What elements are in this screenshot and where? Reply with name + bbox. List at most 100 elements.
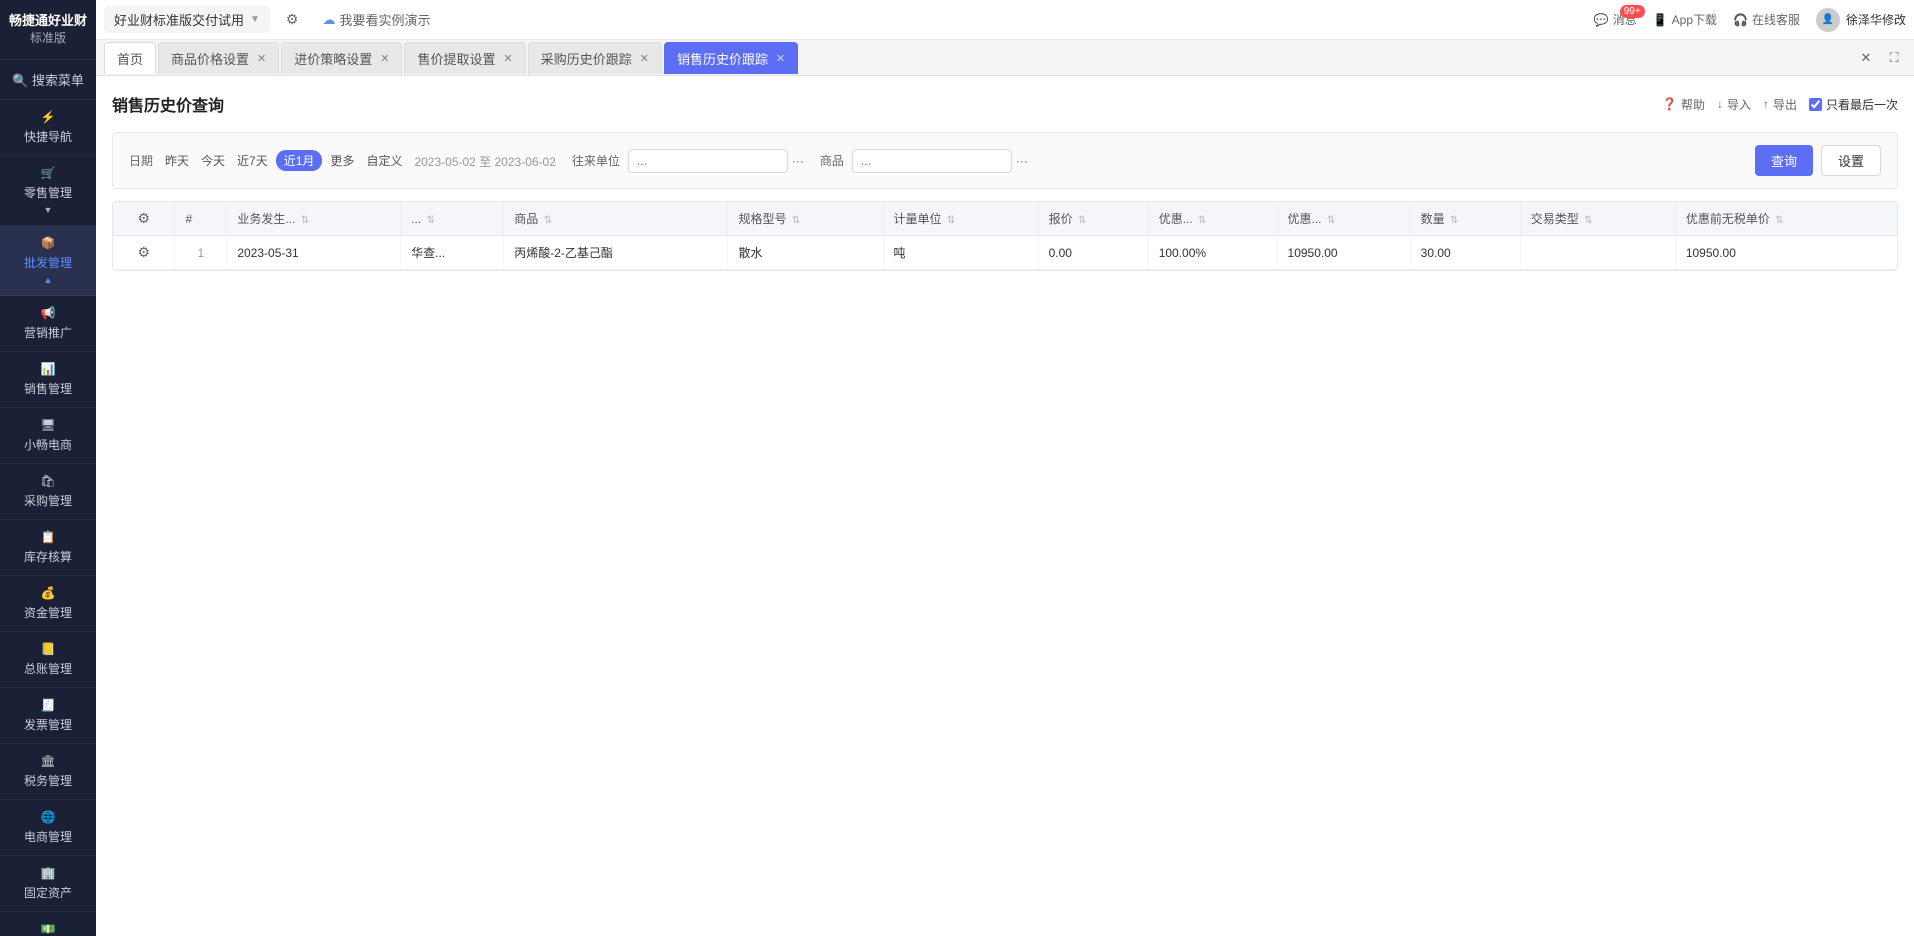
only-last-checkbox[interactable] bbox=[1809, 98, 1822, 111]
tabbar: 首页 商品价格设置 ✕ 进价策略设置 ✕ 售价提取设置 ✕ 采购历史价跟踪 ✕ … bbox=[96, 40, 1914, 76]
sidebar-item-fixed-assets[interactable]: 🏢 固定资产 bbox=[0, 856, 96, 912]
close-icon[interactable]: ✕ bbox=[504, 52, 513, 65]
sidebar-item-wholesale[interactable]: 📦 批发管理 ▲ bbox=[0, 226, 96, 296]
close-icon[interactable]: ✕ bbox=[257, 52, 266, 65]
table-col-more[interactable]: ... ⇅ bbox=[401, 202, 504, 236]
table-col-index: # bbox=[175, 202, 227, 236]
sidebar-item-search[interactable]: 🔍 搜索菜单 bbox=[0, 60, 96, 100]
table-col-goods[interactable]: 商品 ⇅ bbox=[504, 202, 728, 236]
tab-price-extract[interactable]: 售价提取设置 ✕ bbox=[404, 42, 525, 74]
maximize-tab-button[interactable]: ⛶ bbox=[1882, 46, 1906, 70]
query-button[interactable]: 查询 bbox=[1755, 145, 1813, 176]
row-gear-icon[interactable]: ⚙ bbox=[137, 244, 150, 260]
gear-icon: ⚙ bbox=[286, 11, 299, 27]
date-filter-group: 日期 昨天 今天 近7天 近1月 更多 自定义 2023-05-02 至 202… bbox=[129, 150, 556, 171]
sort-icon: ⇅ bbox=[1584, 215, 1592, 226]
user-profile[interactable]: 👤 徐泽华修改 bbox=[1816, 8, 1906, 32]
goods-more-button[interactable]: ··· bbox=[1016, 154, 1028, 168]
monitor-icon: 🖥 bbox=[40, 418, 55, 432]
sidebar-item-finance[interactable]: 💰 资金管理 bbox=[0, 576, 96, 632]
only-last-checkbox-label[interactable]: 只看最后一次 bbox=[1809, 96, 1898, 113]
tab-goods-price[interactable]: 商品价格设置 ✕ bbox=[158, 42, 279, 74]
table-col-pretax-price[interactable]: 优惠前无税单价 ⇅ bbox=[1675, 202, 1897, 236]
sidebar-item-tax[interactable]: 🏛 税务管理 bbox=[0, 744, 96, 800]
date-filter-label: 日期 bbox=[129, 152, 153, 169]
table-col-transaction-type[interactable]: 交易类型 ⇅ bbox=[1520, 202, 1675, 236]
building-icon: 🏢 bbox=[41, 866, 56, 880]
sort-icon: ⇅ bbox=[1775, 215, 1783, 226]
export-button[interactable]: ↑ 导出 bbox=[1763, 96, 1797, 113]
message-badge: 99+ bbox=[1620, 5, 1645, 18]
table-col-date[interactable]: 业务发生... ⇅ bbox=[227, 202, 401, 236]
sidebar-item-invoice[interactable]: 🧾 发票管理 bbox=[0, 688, 96, 744]
source-unit-input[interactable] bbox=[628, 149, 788, 173]
sidebar-item-quick-nav[interactable]: ⚡ 快捷导航 bbox=[0, 100, 96, 156]
module-selector[interactable]: 好业财标准版交付试用 ▼ bbox=[104, 6, 270, 33]
help-button[interactable]: ❓ 帮助 bbox=[1662, 96, 1705, 113]
row-unit-cell: 吨 bbox=[883, 236, 1038, 270]
message-button[interactable]: 💬 消息 99+ bbox=[1594, 11, 1637, 28]
tab-purchase-strategy[interactable]: 进价策略设置 ✕ bbox=[281, 42, 402, 74]
sidebar-item-ecommerce-small[interactable]: 🖥 小畅电商 bbox=[0, 408, 96, 464]
row-date-cell: 2023-05-31 bbox=[227, 236, 401, 270]
goods-filter: 商品 ··· bbox=[820, 149, 1028, 173]
source-unit-input-group: ··· bbox=[628, 149, 804, 173]
goods-input[interactable] bbox=[852, 149, 1012, 173]
table-col-discount1[interactable]: 优惠... ⇅ bbox=[1148, 202, 1277, 236]
sidebar-item-ecommerce[interactable]: 🌐 电商管理 bbox=[0, 800, 96, 856]
sidebar-item-purchase[interactable]: 🛍 采购管理 bbox=[0, 464, 96, 520]
tab-purchase-history[interactable]: 采购历史价跟踪 ✕ bbox=[528, 42, 662, 74]
table-col-quantity[interactable]: 数量 ⇅ bbox=[1410, 202, 1520, 236]
settings-button[interactable]: 设置 bbox=[1821, 145, 1881, 176]
sort-icon: ⇅ bbox=[947, 215, 955, 226]
close-tab-button[interactable]: ✕ bbox=[1854, 46, 1878, 70]
table-col-settings[interactable]: ⚙ bbox=[113, 202, 175, 236]
sidebar-item-inventory[interactable]: 📋 库存核算 bbox=[0, 520, 96, 576]
help-icon: ❓ bbox=[1662, 97, 1677, 111]
row-settings-cell[interactable]: ⚙ bbox=[113, 236, 175, 270]
headset-icon: 🎧 bbox=[1733, 13, 1748, 27]
sidebar-item-marketing[interactable]: 📢 营销推广 bbox=[0, 296, 96, 352]
column-settings-icon[interactable]: ⚙ bbox=[137, 210, 150, 226]
chevron-down-icon: ▼ bbox=[250, 14, 260, 25]
cloud-icon: ☁ bbox=[322, 12, 335, 28]
globe-icon: 🌐 bbox=[41, 810, 56, 824]
close-icon[interactable]: ✕ bbox=[640, 52, 649, 65]
table-col-unit[interactable]: 计量单位 ⇅ bbox=[883, 202, 1038, 236]
source-unit-filter: 往来单位 ··· bbox=[572, 149, 804, 173]
date-btn-7days[interactable]: 近7天 bbox=[233, 150, 272, 171]
date-btn-more[interactable]: 更多 bbox=[326, 150, 358, 171]
topbar-settings-button[interactable]: ⚙ bbox=[278, 7, 307, 32]
table-col-price[interactable]: 报价 ⇅ bbox=[1038, 202, 1148, 236]
close-icon[interactable]: ✕ bbox=[776, 52, 785, 65]
source-unit-more-button[interactable]: ··· bbox=[792, 154, 804, 168]
book-icon: 📒 bbox=[41, 642, 56, 656]
close-icon[interactable]: ✕ bbox=[380, 52, 389, 65]
row-transaction-type-cell bbox=[1520, 236, 1675, 270]
sidebar-item-sales[interactable]: 📊 销售管理 bbox=[0, 352, 96, 408]
message-icon: 💬 bbox=[1594, 13, 1609, 27]
chevron-down-icon: ▼ bbox=[44, 205, 53, 215]
date-btn-yesterday[interactable]: 昨天 bbox=[161, 150, 193, 171]
demo-button[interactable]: ☁ 我要看实例演示 bbox=[314, 6, 438, 33]
row-pretax-price-cell: 10950.00 bbox=[1675, 236, 1897, 270]
content-area: 销售历史价查询 ❓ 帮助 ↓ 导入 ↑ 导出 只看最后一次 bbox=[96, 76, 1914, 936]
search-icon: 🔍 bbox=[12, 73, 28, 88]
app-download-button[interactable]: 📱 App下载 bbox=[1653, 11, 1717, 28]
table-col-spec[interactable]: 规格型号 ⇅ bbox=[728, 202, 883, 236]
row-more-cell: 华查... bbox=[401, 236, 504, 270]
date-btn-today[interactable]: 今天 bbox=[197, 150, 229, 171]
shopping-icon: 🛍 bbox=[40, 474, 55, 488]
date-btn-custom[interactable]: 自定义 bbox=[362, 150, 406, 171]
date-btn-1month[interactable]: 近1月 bbox=[276, 150, 323, 171]
import-button[interactable]: ↓ 导入 bbox=[1717, 96, 1751, 113]
sidebar-item-ledger[interactable]: 📒 总账管理 bbox=[0, 632, 96, 688]
tab-sales-history[interactable]: 销售历史价跟踪 ✕ bbox=[664, 42, 798, 74]
table-col-discount2[interactable]: 优惠... ⇅ bbox=[1277, 202, 1410, 236]
tab-home[interactable]: 首页 bbox=[104, 42, 156, 74]
money-icon: 💰 bbox=[41, 586, 56, 600]
sidebar-item-payroll[interactable]: 💵 工资 bbox=[0, 912, 96, 936]
sidebar-item-retail[interactable]: 🛒 零售管理 ▼ bbox=[0, 156, 96, 226]
results-table: ⚙ # 业务发生... ⇅ ... ⇅ 商品 ⇅ bbox=[113, 202, 1897, 270]
online-service-button[interactable]: 🎧 在线客服 bbox=[1733, 11, 1800, 28]
